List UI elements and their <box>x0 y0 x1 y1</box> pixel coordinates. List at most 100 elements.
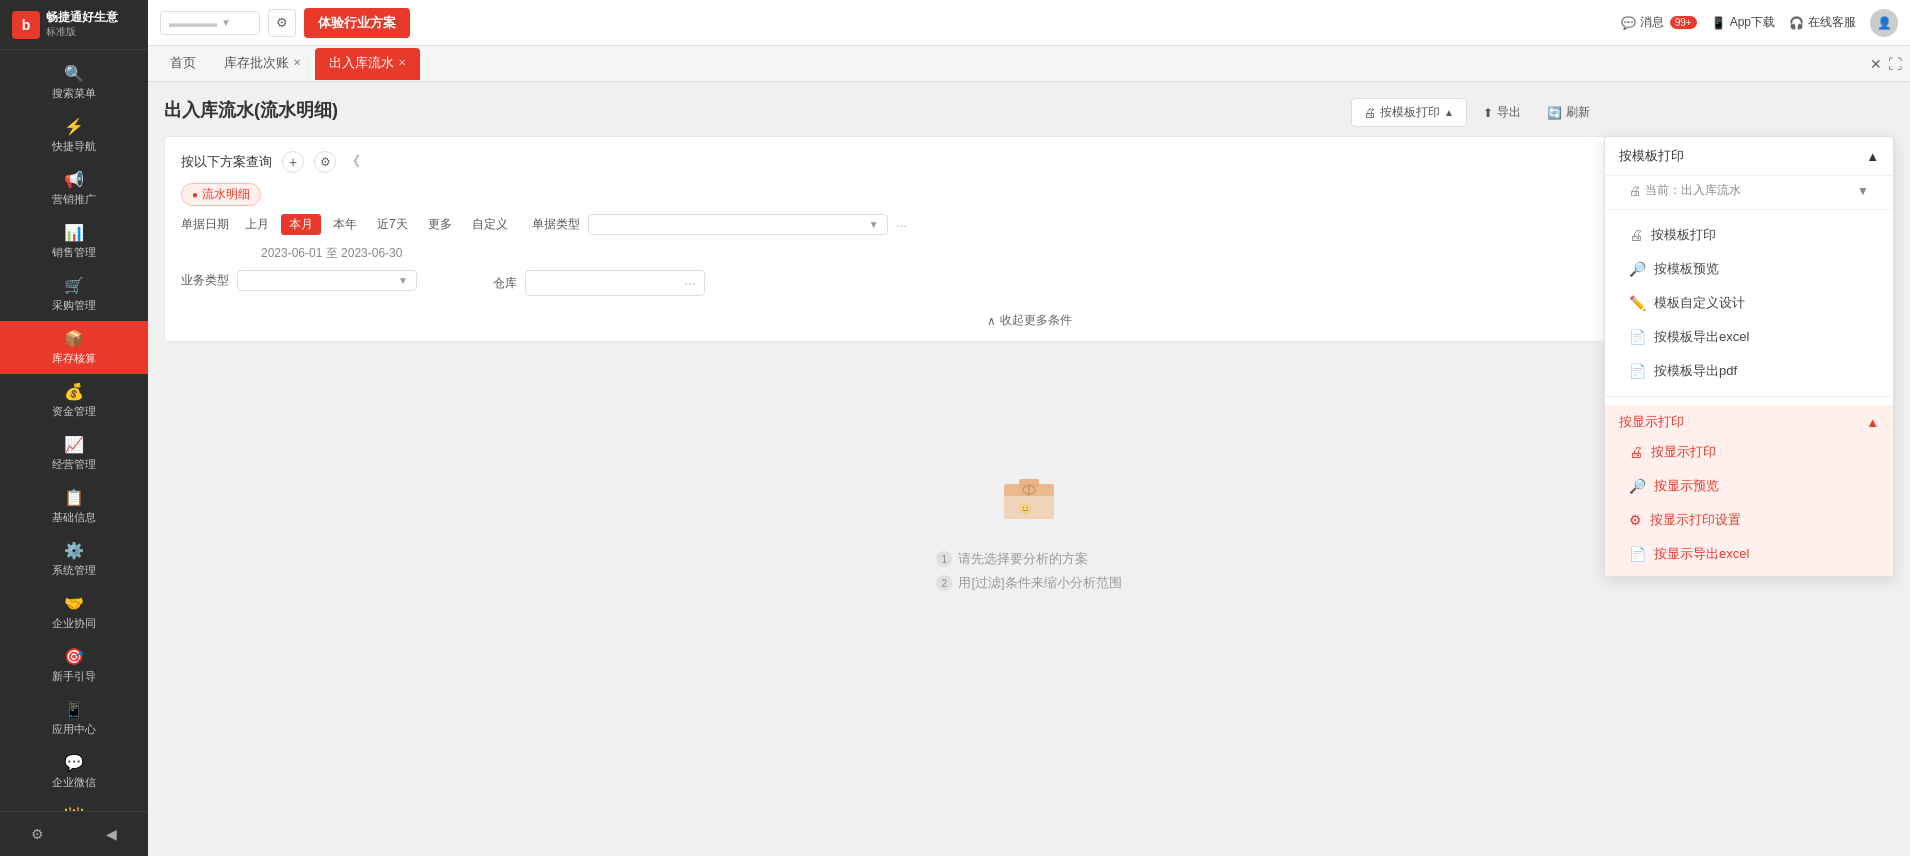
svg-text:😐: 😐 <box>1019 502 1032 515</box>
print-template-button[interactable]: 🖨 按模板打印 ▲ <box>1351 98 1467 127</box>
sidebar-item-quicknav[interactable]: ⚡ 快捷导航 <box>0 109 148 162</box>
gear-button[interactable]: ⚙ <box>268 9 296 37</box>
dropdown-item-display-print[interactable]: 🖨 按显示打印 <box>1605 435 1893 469</box>
sidebar-footer: ⚙ ◀ <box>0 811 148 856</box>
doctype-select[interactable]: ▼ <box>588 214 888 235</box>
last-month-button[interactable]: 上月 <box>237 214 277 235</box>
sidebar-item-system[interactable]: ⚙️ 系统管理 <box>0 533 148 586</box>
warehouse-select[interactable]: ··· <box>525 270 705 296</box>
logo-text: 畅捷通好生意 标准版 <box>46 10 118 40</box>
export-button[interactable]: ⬆ 导出 <box>1473 99 1531 126</box>
enterprise-icon: 🤝 <box>64 594 84 613</box>
sidebar-nav: 🔍 搜索菜单 ⚡ 快捷导航 📢 营销推广 📊 销售管理 🛒 采购管理 📦 库存核… <box>0 50 148 811</box>
biztype-field-label: 业务类型 <box>181 272 229 289</box>
sidebar-item-purchase[interactable]: 🛒 采购管理 <box>0 268 148 321</box>
sidebar: b 畅捷通好生意 标准版 🔍 搜索菜单 ⚡ 快捷导航 📢 营销推广 📊 销售管理… <box>0 0 148 856</box>
current-arrow-icon: ▼ <box>1857 184 1869 198</box>
dropdown-close-icon[interactable]: ▲ <box>1866 149 1879 164</box>
sidebar-item-finance[interactable]: 💰 资金管理 <box>0 374 148 427</box>
content-area: 出入库流水(流水明细) 🖨 按模板打印 ▲ ⬆ 导出 🔄 刷新 按以下方案查询 <box>148 82 1910 856</box>
system-icon: ⚙️ <box>64 541 84 560</box>
operation-icon: 📈 <box>64 435 84 454</box>
warehouse-more-button[interactable]: ··· <box>684 275 696 291</box>
topbar-left: ▬▬▬▬ ▼ ⚙ 体验行业方案 <box>160 8 1613 38</box>
user-selector[interactable]: ▬▬▬▬ ▼ <box>160 11 260 35</box>
printer-icon-2: 🖨 <box>1629 444 1643 460</box>
last7days-button[interactable]: 近7天 <box>369 214 416 235</box>
sidebar-item-wechat[interactable]: 💬 企业微信 <box>0 745 148 798</box>
more-date-button[interactable]: 更多 <box>420 214 460 235</box>
user-avatar[interactable]: 👤 <box>1870 9 1898 37</box>
message-badge: 99+ <box>1670 16 1697 29</box>
doctype-field-label: 单据类型 <box>532 216 580 233</box>
preview-icon-2: 🔎 <box>1629 478 1646 494</box>
filter-add-button[interactable]: + <box>282 151 304 173</box>
filter-setting-button[interactable]: ⚙ <box>314 151 336 173</box>
main-area: ▬▬▬▬ ▼ ⚙ 体验行业方案 💬 消息 99+ 📱 App下载 🎧 在线客服 <box>148 0 1910 856</box>
doctype-more-button[interactable]: ··· <box>896 217 908 233</box>
app-download-button[interactable]: 📱 App下载 <box>1711 14 1775 31</box>
headset-icon: 🎧 <box>1789 16 1804 30</box>
biztype-select[interactable]: ▼ <box>237 270 417 291</box>
dropdown-item-template-preview[interactable]: 🔎 按模板预览 <box>1605 252 1893 286</box>
empty-tip-1: 1 请先选择要分析的方案 <box>936 550 1121 568</box>
sidebar-item-basicinfo[interactable]: 📋 基础信息 <box>0 480 148 533</box>
sidebar-item-inventory[interactable]: 📦 库存核算 <box>0 321 148 374</box>
display-print-section: 按显示打印 ▲ 🖨 按显示打印 🔎 按显示预览 ⚙ 按显示打印设置 <box>1605 401 1893 576</box>
dropdown-item-display-excel[interactable]: 📄 按显示导出excel <box>1605 537 1893 571</box>
action-buttons: 🖨 按模板打印 ▲ ⬆ 导出 🔄 刷新 <box>1351 98 1600 127</box>
template-print-section: 🖨 按模板打印 🔎 按模板预览 ✏️ 模板自定义设计 📄 按模板导出excel <box>1605 214 1893 392</box>
sidebar-settings-button[interactable]: ⚙ <box>27 822 48 846</box>
sidebar-item-search[interactable]: 🔍 搜索菜单 <box>0 56 148 109</box>
sidebar-item-operation[interactable]: 📈 经营管理 <box>0 427 148 480</box>
window-buttons: ✕ ⛶ <box>1870 56 1902 72</box>
export-icon: ⬆ <box>1483 106 1493 120</box>
chevron-up-icon: ∧ <box>987 314 996 328</box>
trial-button[interactable]: 体验行业方案 <box>304 8 410 38</box>
sidebar-collapse-button[interactable]: ◀ <box>102 822 121 846</box>
dropdown-item-template-excel[interactable]: 📄 按模板导出excel <box>1605 320 1893 354</box>
current-year-button[interactable]: 本年 <box>325 214 365 235</box>
tab-inout-flow[interactable]: 出入库流水 ✕ <box>315 48 420 80</box>
quicknav-icon: ⚡ <box>64 117 84 136</box>
current-month-button[interactable]: 本月 <box>281 214 321 235</box>
tab-close-inventory-batch[interactable]: ✕ <box>293 57 301 68</box>
message-icon: 💬 <box>1621 16 1636 30</box>
dropdown-item-template-custom[interactable]: ✏️ 模板自定义设计 <box>1605 286 1893 320</box>
dropdown-header: 按模板打印 ▲ <box>1605 137 1893 176</box>
empty-tip-2: 2 用[过滤]条件来缩小分析范围 <box>936 574 1121 592</box>
gear-icon: ⚙ <box>276 15 288 30</box>
dropdown-scroll: 🖨 当前：出入库流水 ▼ 🖨 按模板打印 🔎 按模板预览 <box>1605 176 1893 576</box>
online-service-button[interactable]: 🎧 在线客服 <box>1789 14 1856 31</box>
basicinfo-icon: 📋 <box>64 488 84 507</box>
tab-home[interactable]: 首页 <box>156 48 210 80</box>
message-button[interactable]: 💬 消息 99+ <box>1621 14 1697 31</box>
tab-inventory-batch[interactable]: 库存批次账 ✕ <box>210 48 315 80</box>
sidebar-item-member[interactable]: 👑 畅会员 <box>0 798 148 811</box>
sidebar-item-enterprise[interactable]: 🤝 企业协同 <box>0 586 148 639</box>
window-maximize-button[interactable]: ⛶ <box>1888 56 1902 72</box>
dropdown-item-display-preview[interactable]: 🔎 按显示预览 <box>1605 469 1893 503</box>
sidebar-item-sales[interactable]: 📊 销售管理 <box>0 215 148 268</box>
sales-icon: 📊 <box>64 223 84 242</box>
window-close-button[interactable]: ✕ <box>1870 56 1882 72</box>
refresh-button[interactable]: 🔄 刷新 <box>1537 99 1600 126</box>
tabs-bar: 首页 库存批次账 ✕ 出入库流水 ✕ ✕ ⛶ <box>148 46 1910 82</box>
dropdown-item-display-settings[interactable]: ⚙ 按显示打印设置 <box>1605 503 1893 537</box>
display-print-section-header[interactable]: 按显示打印 ▲ <box>1605 405 1893 435</box>
empty-tips: 1 请先选择要分析的方案 2 用[过滤]条件来缩小分析范围 <box>936 550 1121 598</box>
date-quick-buttons: 上月 本月 本年 近7天 更多 自定义 <box>237 214 516 235</box>
dropdown-item-template-print[interactable]: 🖨 按模板打印 <box>1605 218 1893 252</box>
filter-tag-liushui[interactable]: ● 流水明细 <box>181 183 261 206</box>
custom-date-button[interactable]: 自定义 <box>464 214 516 235</box>
inventory-icon: 📦 <box>64 329 84 348</box>
refresh-icon: 🔄 <box>1547 106 1562 120</box>
dropdown-item-display-pdf[interactable]: 📄 按显示导出pdf <box>1605 571 1893 576</box>
sidebar-item-newguide[interactable]: 🎯 新手引导 <box>0 639 148 692</box>
filter-collapse-button[interactable]: 《 <box>346 153 360 171</box>
filter-field-biztype: 业务类型 ▼ <box>181 270 417 291</box>
sidebar-item-appcenter[interactable]: 📱 应用中心 <box>0 692 148 745</box>
sidebar-item-marketing[interactable]: 📢 营销推广 <box>0 162 148 215</box>
dropdown-item-template-pdf[interactable]: 📄 按模板导出pdf <box>1605 354 1893 388</box>
tab-close-inout-flow[interactable]: ✕ <box>398 57 406 68</box>
